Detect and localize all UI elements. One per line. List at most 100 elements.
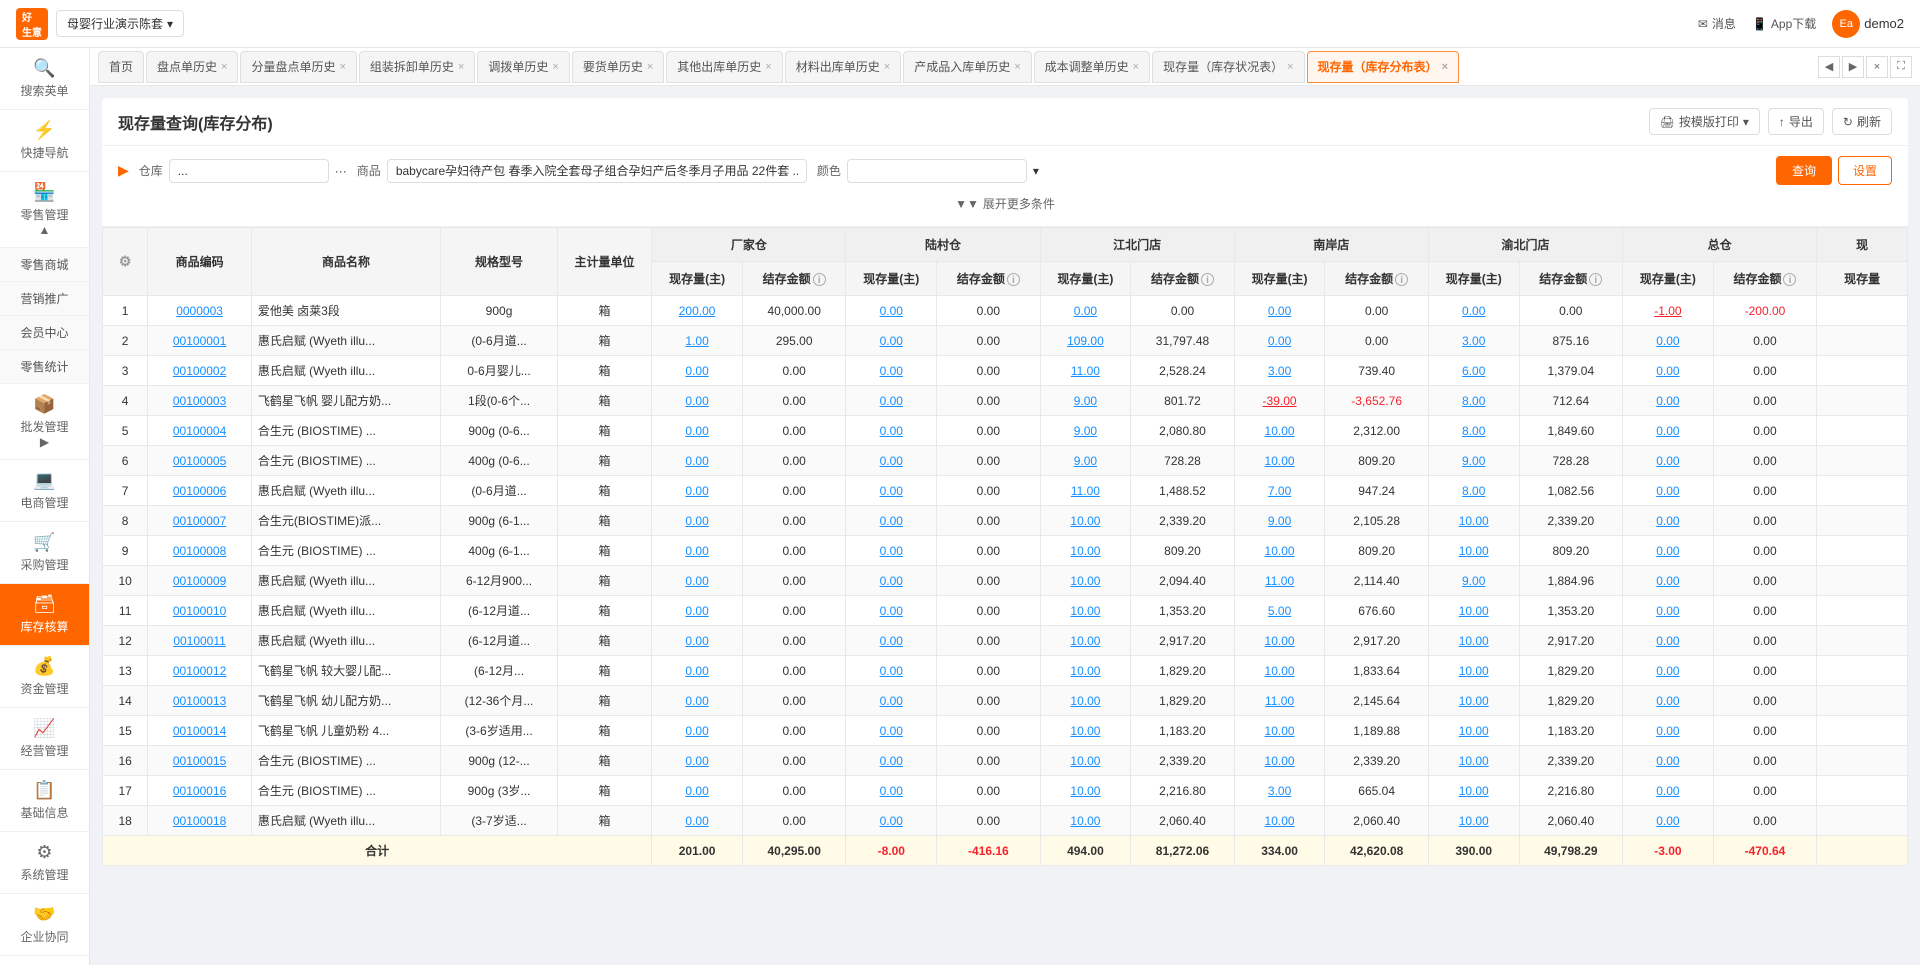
cell-code[interactable]: 00100014: [148, 716, 252, 746]
cell-na-qty[interactable]: 3.00: [1234, 776, 1325, 806]
sidebar-item-ecommerce[interactable]: 💻 电商管理: [0, 460, 89, 522]
cell-l-qty[interactable]: 0.00: [846, 806, 937, 836]
info-icon[interactable]: i: [1589, 273, 1602, 286]
info-icon[interactable]: i: [813, 273, 826, 286]
cell-f-qty[interactable]: 0.00: [652, 746, 743, 776]
cell-l-qty[interactable]: 0.00: [846, 596, 937, 626]
cell-code[interactable]: 00100004: [148, 416, 252, 446]
tab-cost-adj[interactable]: 成本调整单历史 ×: [1034, 51, 1150, 83]
cell-z-qty[interactable]: 0.00: [1623, 656, 1714, 686]
cell-z-qty[interactable]: 0.00: [1623, 356, 1714, 386]
cell-jb-qty[interactable]: 109.00: [1040, 326, 1131, 356]
tab-stock-list[interactable]: 盘点单历史 ×: [146, 51, 238, 83]
cell-yb-qty[interactable]: 10.00: [1428, 716, 1519, 746]
cell-jb-qty[interactable]: 10.00: [1040, 536, 1131, 566]
cell-yb-qty[interactable]: 10.00: [1428, 506, 1519, 536]
cell-yb-qty[interactable]: 10.00: [1428, 596, 1519, 626]
goods-input[interactable]: [387, 159, 807, 183]
cell-jb-qty[interactable]: 10.00: [1040, 596, 1131, 626]
cell-l-qty[interactable]: 0.00: [846, 746, 937, 776]
cell-na-qty[interactable]: 9.00: [1234, 506, 1325, 536]
cell-na-qty[interactable]: 0.00: [1234, 326, 1325, 356]
cell-l-qty[interactable]: 0.00: [846, 326, 937, 356]
cell-f-qty[interactable]: 0.00: [652, 446, 743, 476]
gear-icon[interactable]: ⚙: [119, 253, 132, 270]
tab-expand-btn[interactable]: ⛶: [1890, 56, 1912, 78]
cell-f-qty[interactable]: 0.00: [652, 686, 743, 716]
cell-z-qty[interactable]: 0.00: [1623, 686, 1714, 716]
cell-yb-qty[interactable]: 10.00: [1428, 746, 1519, 776]
cell-l-qty[interactable]: 0.00: [846, 656, 937, 686]
cell-f-qty[interactable]: 0.00: [652, 716, 743, 746]
cell-f-qty[interactable]: 1.00: [652, 326, 743, 356]
cell-code[interactable]: 00100009: [148, 566, 252, 596]
sidebar-item-member[interactable]: 会员中心: [0, 316, 89, 350]
info-icon[interactable]: i: [1007, 273, 1020, 286]
cell-l-qty[interactable]: 0.00: [846, 566, 937, 596]
tab-close-icon[interactable]: ×: [647, 61, 653, 73]
cell-code[interactable]: 00100007: [148, 506, 252, 536]
cell-z-qty[interactable]: -1.00: [1623, 296, 1714, 326]
tab-prev-btn[interactable]: ◀: [1818, 56, 1840, 78]
tab-close-icon[interactable]: ×: [221, 61, 227, 73]
cell-z-qty[interactable]: 0.00: [1623, 716, 1714, 746]
tab-close-icon[interactable]: ×: [1442, 61, 1448, 73]
sidebar-item-enterprise[interactable]: 🤝 企业协同: [0, 894, 89, 956]
cell-l-qty[interactable]: 0.00: [846, 416, 937, 446]
cell-yb-qty[interactable]: 10.00: [1428, 536, 1519, 566]
cell-f-qty[interactable]: 0.00: [652, 656, 743, 686]
cell-jb-qty[interactable]: 11.00: [1040, 476, 1131, 506]
expand-more-btn[interactable]: ▼▼ 展开更多条件: [118, 191, 1892, 216]
tab-close-icon[interactable]: ×: [884, 61, 890, 73]
cell-z-qty[interactable]: 0.00: [1623, 416, 1714, 446]
app-download-btn[interactable]: 📱 App下载: [1752, 15, 1816, 32]
tab-home[interactable]: 首页: [98, 51, 144, 83]
cell-yb-qty[interactable]: 10.00: [1428, 806, 1519, 836]
cell-jb-qty[interactable]: 10.00: [1040, 716, 1131, 746]
export-btn[interactable]: ↑ 导出: [1768, 108, 1824, 135]
cell-f-qty[interactable]: 0.00: [652, 806, 743, 836]
sidebar-item-basic[interactable]: 📋 基础信息: [0, 770, 89, 832]
tab-close-icon[interactable]: ×: [1287, 61, 1293, 73]
cell-code[interactable]: 00100003: [148, 386, 252, 416]
tab-stock-status[interactable]: 现存量（库存状况表） ×: [1152, 51, 1304, 83]
cell-na-qty[interactable]: 3.00: [1234, 356, 1325, 386]
cell-f-qty[interactable]: 0.00: [652, 536, 743, 566]
cell-yb-qty[interactable]: 10.00: [1428, 656, 1519, 686]
cell-l-qty[interactable]: 0.00: [846, 296, 937, 326]
orange-expand-btn[interactable]: ▶: [118, 162, 129, 179]
search-btn[interactable]: 查询: [1776, 156, 1832, 185]
cell-na-qty[interactable]: 11.00: [1234, 566, 1325, 596]
cell-z-qty[interactable]: 0.00: [1623, 476, 1714, 506]
cell-z-qty[interactable]: 0.00: [1623, 326, 1714, 356]
cell-jb-qty[interactable]: 9.00: [1040, 416, 1131, 446]
cell-code[interactable]: 00100006: [148, 476, 252, 506]
tab-next-btn[interactable]: ▶: [1842, 56, 1864, 78]
store-selector[interactable]: 母婴行业演示陈套 ▾: [56, 10, 184, 37]
cell-f-qty[interactable]: 0.00: [652, 596, 743, 626]
tab-material-out[interactable]: 材料出库单历史 ×: [785, 51, 901, 83]
cell-code[interactable]: 00100015: [148, 746, 252, 776]
message-btn[interactable]: ✉ 消息: [1698, 15, 1736, 32]
cell-yb-qty[interactable]: 8.00: [1428, 416, 1519, 446]
cell-yb-qty[interactable]: 6.00: [1428, 356, 1519, 386]
cell-code[interactable]: 00100008: [148, 536, 252, 566]
cell-l-qty[interactable]: 0.00: [846, 686, 937, 716]
sidebar-item-retail-stats[interactable]: 零售统计: [0, 350, 89, 384]
cell-jb-qty[interactable]: 9.00: [1040, 446, 1131, 476]
sidebar-item-inventory[interactable]: 🗃 库存核算: [0, 584, 89, 646]
cell-code[interactable]: 00100005: [148, 446, 252, 476]
cell-jb-qty[interactable]: 11.00: [1040, 356, 1131, 386]
cell-na-qty[interactable]: 10.00: [1234, 656, 1325, 686]
cell-yb-qty[interactable]: 9.00: [1428, 446, 1519, 476]
sidebar-item-retail-store[interactable]: 零售商城: [0, 248, 89, 282]
color-input[interactable]: [847, 159, 1027, 183]
cell-z-qty[interactable]: 0.00: [1623, 536, 1714, 566]
cell-z-qty[interactable]: 0.00: [1623, 776, 1714, 806]
refresh-btn[interactable]: ↻ 刷新: [1832, 108, 1892, 135]
cell-jb-qty[interactable]: 10.00: [1040, 776, 1131, 806]
cell-code[interactable]: 00100012: [148, 656, 252, 686]
cell-z-qty[interactable]: 0.00: [1623, 506, 1714, 536]
cell-na-qty[interactable]: 5.00: [1234, 596, 1325, 626]
tab-stock-dist[interactable]: 现存量（库存分布表） ×: [1307, 51, 1459, 83]
